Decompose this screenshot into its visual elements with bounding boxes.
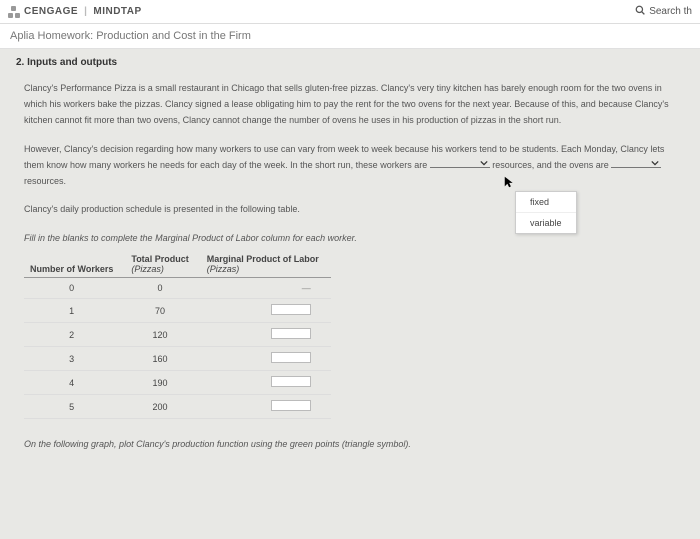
mp-dash: — — [302, 283, 311, 293]
cell-mp — [201, 347, 331, 371]
mp-input[interactable] — [271, 352, 311, 363]
cell-mp: — — [201, 278, 331, 299]
search-link[interactable]: Search th — [635, 5, 692, 18]
cell-mp — [201, 395, 331, 419]
cell-workers: 0 — [24, 278, 125, 299]
table-row: 2 120 — [24, 323, 331, 347]
cell-workers: 5 — [24, 395, 125, 419]
table-row: 0 0 — — [24, 278, 331, 299]
cell-workers: 2 — [24, 323, 125, 347]
cell-total: 120 — [125, 323, 200, 347]
cell-total: 160 — [125, 347, 200, 371]
mp-input[interactable] — [271, 376, 311, 387]
mp-input[interactable] — [271, 400, 311, 411]
cell-mp — [201, 371, 331, 395]
dropdown-option-fixed[interactable]: fixed — [516, 192, 576, 212]
brand-cengage: CENGAGE — [24, 6, 78, 17]
search-icon — [635, 5, 645, 18]
cell-workers: 1 — [24, 299, 125, 323]
assignment-title: Aplia Homework: Production and Cost in t… — [0, 24, 700, 49]
cell-mp — [201, 299, 331, 323]
dropdown-ovens[interactable] — [611, 158, 661, 168]
dropdown-popup: fixed variable — [515, 191, 577, 234]
brand-mindtap: MINDTAP — [93, 6, 141, 17]
table-body: 0 0 — 1 70 2 120 3 160 4 190 — [24, 278, 331, 419]
brand: CENGAGE | MINDTAP — [8, 6, 142, 18]
cell-workers: 3 — [24, 347, 125, 371]
cell-total: 0 — [125, 278, 200, 299]
cell-total: 200 — [125, 395, 200, 419]
th-total-product: Total Product(Pizzas) — [125, 251, 200, 278]
cell-mp — [201, 323, 331, 347]
th-workers: Number of Workers — [24, 251, 125, 278]
paragraph-3: Clancy's daily production schedule is pr… — [24, 201, 676, 217]
paragraph-1: Clancy's Performance Pizza is a small re… — [24, 80, 676, 129]
instruction-graph: On the following graph, plot Clancy's pr… — [24, 439, 676, 449]
cell-total: 70 — [125, 299, 200, 323]
chevron-down-icon — [480, 156, 488, 172]
paragraph-2: However, Clancy's decision regarding how… — [24, 141, 676, 190]
cell-workers: 4 — [24, 371, 125, 395]
cell-total: 190 — [125, 371, 200, 395]
mp-input[interactable] — [271, 304, 311, 315]
production-table: Number of Workers Total Product(Pizzas) … — [24, 251, 331, 419]
brand-separator: | — [84, 6, 87, 17]
table-row: 3 160 — [24, 347, 331, 371]
chevron-down-icon — [651, 156, 659, 172]
th-marginal-product: Marginal Product of Labor(Pizzas) — [201, 251, 331, 278]
para2-text-b: resources, and the ovens are — [492, 160, 611, 170]
search-label: Search th — [649, 6, 692, 17]
table-row: 4 190 — [24, 371, 331, 395]
table-row: 1 70 — [24, 299, 331, 323]
dropdown-option-variable[interactable]: variable — [516, 212, 576, 233]
instruction-fill-blanks: Fill in the blanks to complete the Margi… — [24, 233, 676, 243]
content-area: Clancy's Performance Pizza is a small re… — [0, 76, 700, 465]
table-row: 5 200 — [24, 395, 331, 419]
top-bar: CENGAGE | MINDTAP Search th — [0, 0, 700, 24]
para2-text-c: resources. — [24, 176, 66, 186]
mp-input[interactable] — [271, 328, 311, 339]
cengage-logo-icon — [8, 6, 20, 18]
dropdown-workers[interactable] — [430, 158, 490, 168]
question-title: 2. Inputs and outputs — [0, 49, 700, 76]
